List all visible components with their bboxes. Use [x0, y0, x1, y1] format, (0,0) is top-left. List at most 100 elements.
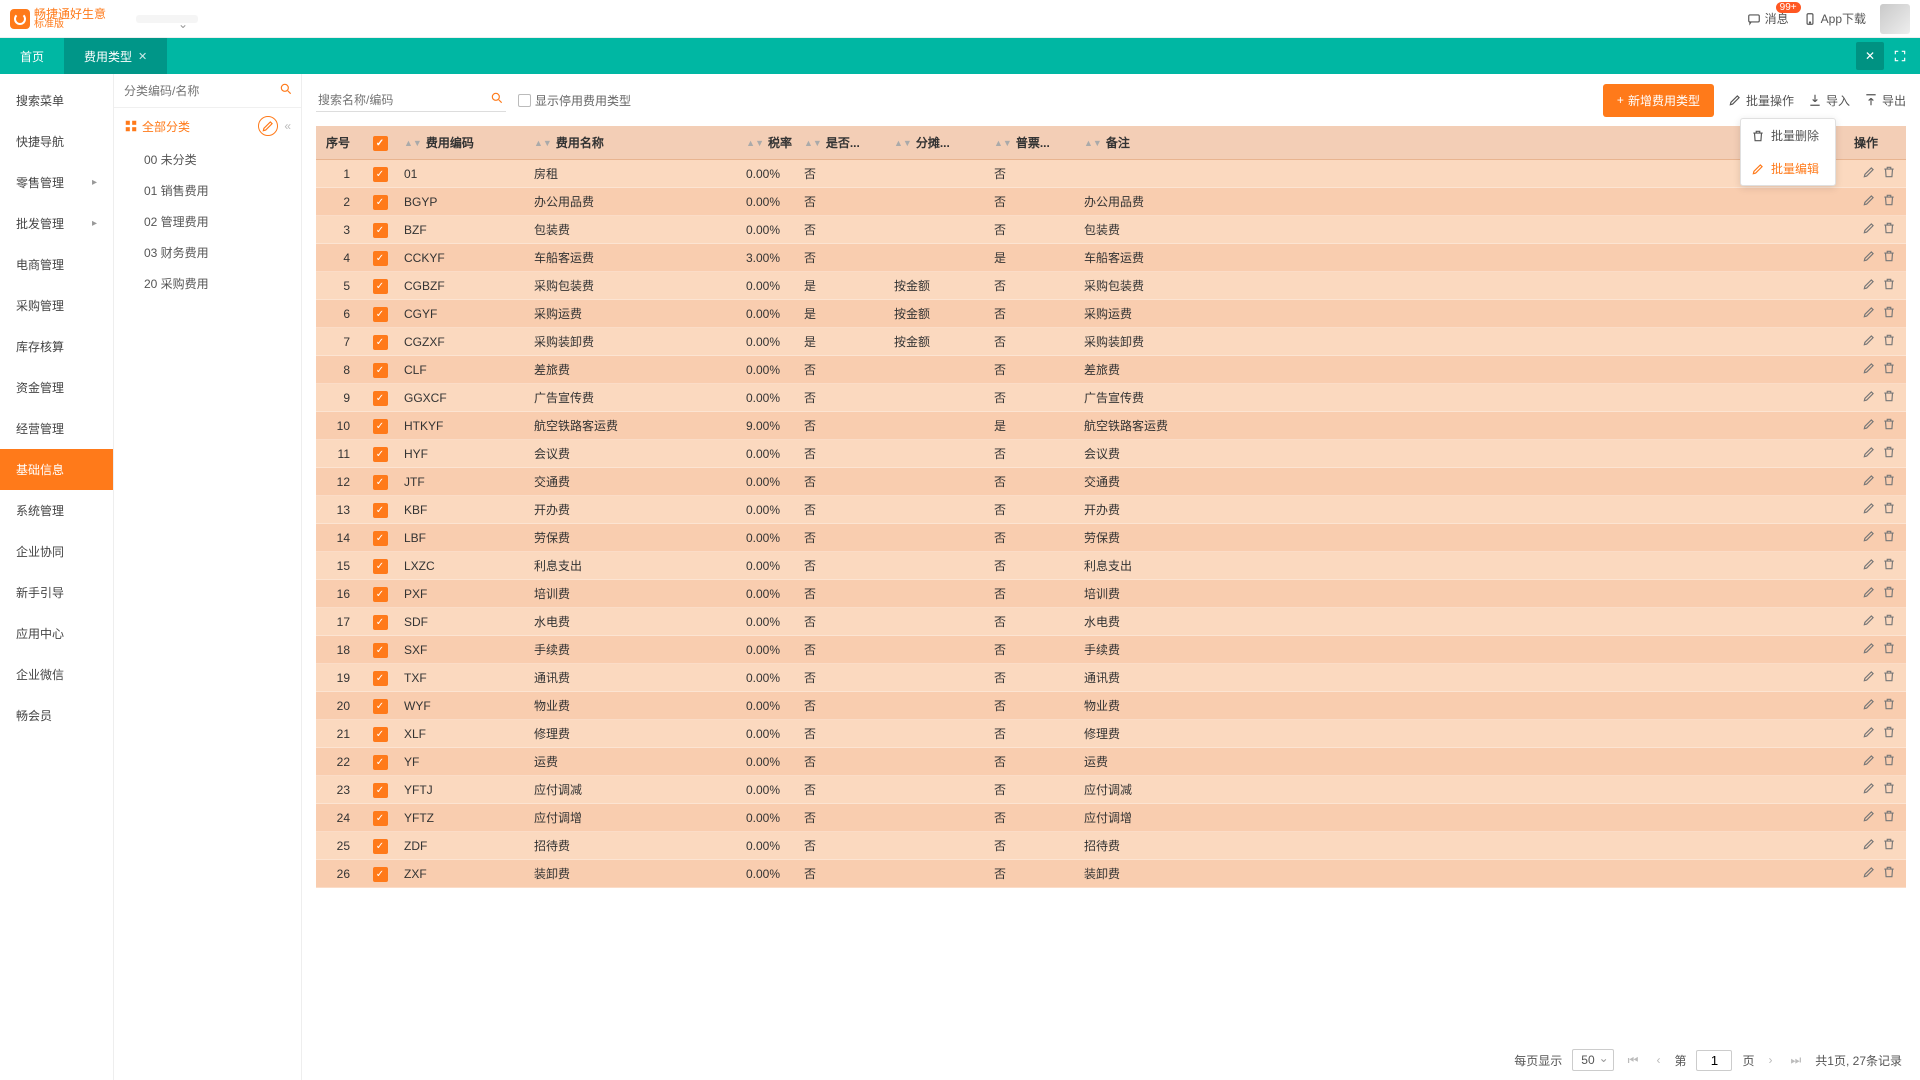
row-edit-button[interactable]	[1862, 644, 1876, 658]
nav-item[interactable]: 企业协同	[0, 531, 113, 572]
nav-item[interactable]: 零售管理▸	[0, 162, 113, 203]
add-button[interactable]: + 新增费用类型	[1603, 84, 1714, 117]
import-button[interactable]: 导入	[1808, 92, 1850, 109]
row-delete-button[interactable]	[1882, 448, 1896, 462]
row-checkbox[interactable]: ✓	[362, 244, 398, 272]
row-checkbox[interactable]: ✓	[362, 468, 398, 496]
row-checkbox[interactable]: ✓	[362, 552, 398, 580]
row-edit-button[interactable]	[1862, 392, 1876, 406]
row-checkbox[interactable]: ✓	[362, 748, 398, 776]
row-delete-button[interactable]	[1882, 168, 1896, 182]
row-checkbox[interactable]: ✓	[362, 216, 398, 244]
row-checkbox[interactable]: ✓	[362, 832, 398, 860]
row-delete-button[interactable]	[1882, 560, 1896, 574]
row-delete-button[interactable]	[1882, 336, 1896, 350]
search-icon[interactable]	[279, 82, 293, 99]
row-delete-button[interactable]	[1882, 364, 1896, 378]
row-edit-button[interactable]	[1862, 448, 1876, 462]
tab-expense-type[interactable]: 费用类型 ✕	[64, 38, 167, 74]
col-code[interactable]: ▲▼费用编码	[398, 126, 528, 160]
nav-item[interactable]: 搜索菜单	[0, 80, 113, 121]
row-delete-button[interactable]	[1882, 812, 1896, 826]
row-checkbox[interactable]: ✓	[362, 664, 398, 692]
row-checkbox[interactable]: ✓	[362, 188, 398, 216]
nav-item[interactable]: 库存核算	[0, 326, 113, 367]
row-delete-button[interactable]	[1882, 840, 1896, 854]
row-edit-button[interactable]	[1862, 280, 1876, 294]
app-download-button[interactable]: App下载	[1803, 10, 1866, 27]
nav-item[interactable]: 畅会员	[0, 695, 113, 736]
batch-edit-item[interactable]: 批量编辑	[1741, 152, 1835, 185]
row-edit-button[interactable]	[1862, 168, 1876, 182]
app-selector[interactable]	[136, 15, 198, 23]
tab-home[interactable]: 首页	[0, 38, 64, 74]
row-delete-button[interactable]	[1882, 280, 1896, 294]
row-checkbox[interactable]: ✓	[362, 720, 398, 748]
row-checkbox[interactable]: ✓	[362, 384, 398, 412]
messages-button[interactable]: 消息 99+	[1747, 10, 1789, 27]
row-delete-button[interactable]	[1882, 700, 1896, 714]
nav-item[interactable]: 资金管理	[0, 367, 113, 408]
row-checkbox[interactable]: ✓	[362, 300, 398, 328]
col-bool2[interactable]: ▲▼普票...	[988, 126, 1078, 160]
row-edit-button[interactable]	[1862, 728, 1876, 742]
row-edit-button[interactable]	[1862, 672, 1876, 686]
col-bool1[interactable]: ▲▼是否...	[798, 126, 888, 160]
batch-delete-item[interactable]: 批量删除	[1741, 119, 1835, 152]
row-delete-button[interactable]	[1882, 392, 1896, 406]
row-edit-button[interactable]	[1862, 476, 1876, 490]
col-rate[interactable]: ▲▼税率	[718, 126, 798, 160]
category-edit-button[interactable]	[258, 116, 278, 136]
row-edit-button[interactable]	[1862, 420, 1876, 434]
row-checkbox[interactable]: ✓	[362, 692, 398, 720]
search-input[interactable]	[316, 89, 506, 112]
row-checkbox[interactable]: ✓	[362, 328, 398, 356]
row-delete-button[interactable]	[1882, 504, 1896, 518]
row-checkbox[interactable]: ✓	[362, 636, 398, 664]
category-item[interactable]: 20 采购费用	[138, 268, 301, 299]
row-checkbox[interactable]: ✓	[362, 496, 398, 524]
row-edit-button[interactable]	[1862, 560, 1876, 574]
row-delete-button[interactable]	[1882, 672, 1896, 686]
row-delete-button[interactable]	[1882, 420, 1896, 434]
row-edit-button[interactable]	[1862, 364, 1876, 378]
category-item[interactable]: 03 财务费用	[138, 237, 301, 268]
col-seq[interactable]: 序号	[316, 126, 362, 160]
row-delete-button[interactable]	[1882, 616, 1896, 630]
category-all[interactable]: 全部分类	[124, 118, 252, 135]
row-edit-button[interactable]	[1862, 308, 1876, 322]
user-avatar[interactable]	[1880, 4, 1910, 34]
fullscreen-button[interactable]	[1886, 42, 1914, 70]
row-edit-button[interactable]	[1862, 224, 1876, 238]
row-edit-button[interactable]	[1862, 252, 1876, 266]
row-checkbox[interactable]: ✓	[362, 356, 398, 384]
row-edit-button[interactable]	[1862, 868, 1876, 882]
nav-item[interactable]: 批发管理▸	[0, 203, 113, 244]
row-edit-button[interactable]	[1862, 504, 1876, 518]
row-checkbox[interactable]: ✓	[362, 608, 398, 636]
row-delete-button[interactable]	[1882, 532, 1896, 546]
row-edit-button[interactable]	[1862, 336, 1876, 350]
first-page-button[interactable]: ⏮	[1624, 1051, 1643, 1070]
nav-item[interactable]: 采购管理	[0, 285, 113, 326]
row-edit-button[interactable]	[1862, 616, 1876, 630]
nav-item[interactable]: 应用中心	[0, 613, 113, 654]
page-input[interactable]	[1696, 1050, 1732, 1071]
search-icon[interactable]	[490, 91, 504, 108]
nav-item[interactable]: 快捷导航	[0, 121, 113, 162]
row-edit-button[interactable]	[1862, 756, 1876, 770]
row-edit-button[interactable]	[1862, 812, 1876, 826]
last-page-button[interactable]: ⏭	[1786, 1051, 1805, 1070]
row-delete-button[interactable]	[1882, 224, 1896, 238]
row-edit-button[interactable]	[1862, 784, 1876, 798]
col-alloc[interactable]: ▲▼分摊...	[888, 126, 988, 160]
row-checkbox[interactable]: ✓	[362, 412, 398, 440]
row-edit-button[interactable]	[1862, 840, 1876, 854]
row-checkbox[interactable]: ✓	[362, 440, 398, 468]
category-item[interactable]: 00 未分类	[138, 144, 301, 175]
row-delete-button[interactable]	[1882, 756, 1896, 770]
row-checkbox[interactable]: ✓	[362, 524, 398, 552]
row-delete-button[interactable]	[1882, 728, 1896, 742]
row-delete-button[interactable]	[1882, 868, 1896, 882]
nav-item[interactable]: 电商管理	[0, 244, 113, 285]
